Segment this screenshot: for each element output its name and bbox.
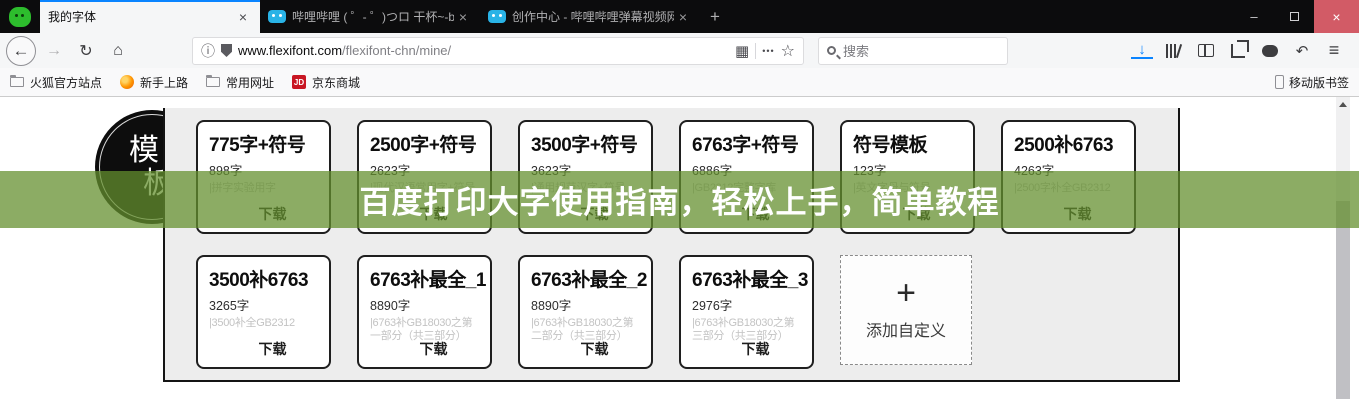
tab-label: 哔哩哔哩 ( ゜- ゜)つロ 干杯~-b <box>292 10 454 24</box>
search-icon <box>827 46 836 55</box>
bookmark-label: 京东商城 <box>312 75 361 90</box>
divider <box>755 42 757 59</box>
bookmark-label: 常用网址 <box>226 75 275 90</box>
url-host: www.flexifont.com <box>238 43 343 58</box>
new-tab-button[interactable]: + <box>700 0 730 33</box>
window-controls: – × <box>1234 0 1359 33</box>
bookmark-label: 火狐官方站点 <box>30 75 103 90</box>
tab-label: 我的字体 <box>48 10 97 24</box>
card-title: 6763字+符号 <box>692 135 799 156</box>
download-button[interactable]: 下载 <box>690 339 812 359</box>
search-placeholder: 搜索 <box>843 44 870 59</box>
back-button[interactable]: ← <box>6 35 36 66</box>
tab-bar: 我的字体 × 哔哩哔哩 ( ゜- ゜)つロ 干杯~-b × 创作中心 - 哔哩哔… <box>0 0 1359 33</box>
card-title: 2500字+符号 <box>370 135 477 156</box>
page-scrollbar[interactable] <box>1336 97 1350 399</box>
chat-icon[interactable] <box>1259 40 1281 62</box>
card-desc: |3500补全GB2312 <box>209 317 295 329</box>
card-title: 3500字+符号 <box>531 135 638 156</box>
screenshot-icon[interactable] <box>1227 39 1249 62</box>
bilibili-favicon-icon <box>268 10 286 23</box>
url-bar[interactable]: ⓘ www.flexifont.com/flexifont-chn/mine/ … <box>192 36 804 65</box>
restore-icon[interactable]: ↶ <box>1291 40 1313 62</box>
add-card[interactable]: + 添加自定义 <box>840 255 972 365</box>
card-title: 6763补最全_3 <box>692 270 808 291</box>
card-title: 775字+符号 <box>209 135 306 156</box>
qr-code-icon[interactable]: ▦ <box>735 42 749 60</box>
card-count: 8890字 <box>531 299 572 313</box>
download-button[interactable]: 下载 <box>207 339 329 359</box>
mobile-bookmarks-label: 移动版书签 <box>1288 75 1349 90</box>
font-card: 6763补最全_3 2976字 |6763补GB18030之第三部分（共三部分） 下载 <box>679 255 814 369</box>
card-count: 2976字 <box>692 299 733 313</box>
bookmark-getting-started[interactable]: 新手上路 <box>120 74 188 91</box>
tab-bilibili-creator[interactable]: 创作中心 - 哔哩哔哩弹幕视频网 × <box>480 0 700 33</box>
maximize-icon <box>1289 12 1299 21</box>
maximize-button[interactable] <box>1274 0 1314 33</box>
search-input[interactable]: 搜索 <box>818 36 1008 65</box>
bookmarks-bar: 火狐官方站点 新手上路 常用网址 JD 京东商城 移动版书签 <box>0 68 1359 97</box>
bookmark-star-icon[interactable]: ☆ <box>781 41 795 61</box>
card-title: 6763补最全_2 <box>531 270 647 291</box>
bookmark-folder-firefox-official[interactable]: 火狐官方站点 <box>10 74 102 91</box>
card-title: 3500补6763 <box>209 270 309 291</box>
download-button[interactable]: 下载 <box>368 339 490 359</box>
toolbar-icons: ↓ ↶ ≡ <box>1131 39 1353 62</box>
tab-label: 创作中心 - 哔哩哔哩弹幕视频网 <box>512 10 674 24</box>
bookmark-folder-common-sites[interactable]: 常用网址 <box>206 74 274 91</box>
scroll-up-icon[interactable] <box>1336 97 1350 111</box>
close-button[interactable]: × <box>1314 0 1359 33</box>
minimize-button[interactable]: – <box>1234 0 1274 33</box>
card-title: 6763补最全_1 <box>370 270 486 291</box>
font-card: 3500补6763 3265字 |3500补全GB2312 下载 <box>196 255 331 369</box>
page-info-icon[interactable]: ⓘ <box>201 41 215 61</box>
plus-icon: + <box>896 274 916 312</box>
wechat-icon <box>9 6 31 27</box>
tab-close-icon[interactable]: × <box>454 9 472 25</box>
tab-close-icon[interactable]: × <box>234 9 252 25</box>
url-path: /flexifont-chn/mine/ <box>342 43 452 58</box>
forward-button[interactable]: → <box>40 37 68 65</box>
url-text[interactable]: www.flexifont.com/flexifont-chn/mine/ <box>238 43 729 58</box>
wechat-tray-icon[interactable] <box>0 0 40 33</box>
download-button[interactable]: 下载 <box>529 339 651 359</box>
promo-banner-text: 百度打印大字使用指南，轻松上手，简单教程 <box>359 185 1000 220</box>
font-card: 6763补最全_1 8890字 |6763补GB18030之第一部分（共三部分） 下载 <box>357 255 492 369</box>
menu-icon[interactable]: ≡ <box>1323 40 1345 62</box>
card-count: 3265字 <box>209 299 250 313</box>
bookmark-jd-mall[interactable]: JD 京东商城 <box>292 74 360 91</box>
navigation-bar: ← → ↻ ⌂ ⓘ www.flexifont.com/flexifont-ch… <box>0 33 1359 68</box>
add-custom-label: 添加自定义 <box>865 323 946 340</box>
tab-my-fonts[interactable]: 我的字体 × <box>40 0 260 33</box>
tracking-protection-shield-icon[interactable] <box>221 44 232 57</box>
page-viewport: 模 板 775字+符号898字|拼字实验用字下载2500字+符号2623字|现代… <box>0 97 1359 399</box>
firefox-icon <box>120 75 135 89</box>
tab-close-icon[interactable]: × <box>674 9 692 25</box>
font-template-panel: 775字+符号898字|拼字实验用字下载2500字+符号2623字|现代汉语常用… <box>163 108 1180 382</box>
home-button[interactable]: ⌂ <box>104 37 132 65</box>
phone-icon <box>1274 75 1284 89</box>
jd-icon: JD <box>292 75 307 89</box>
bookmark-label: 新手上路 <box>140 75 189 90</box>
downloads-icon[interactable]: ↓ <box>1131 42 1153 59</box>
card-title: 2500补6763 <box>1014 135 1114 156</box>
card-count: 8890字 <box>370 299 411 313</box>
card-title: 符号模板 <box>853 135 928 156</box>
folder-icon <box>10 75 24 87</box>
sidebar-icon[interactable] <box>1195 40 1217 62</box>
bilibili-favicon-icon <box>488 10 506 23</box>
font-card: 6763补最全_2 8890字 |6763补GB18030之第二部分（共三部分） 下载 <box>518 255 653 369</box>
mobile-bookmarks[interactable]: 移动版书签 <box>1274 74 1349 91</box>
badge-char-1: 模 <box>129 134 159 167</box>
reload-button[interactable]: ↻ <box>72 37 100 65</box>
library-icon[interactable] <box>1163 40 1185 62</box>
card-row-2: 3500补6763 3265字 |3500补全GB2312 下载 6763补最全_1 88… <box>196 255 1178 369</box>
folder-icon <box>206 75 221 87</box>
tab-bilibili[interactable]: 哔哩哔哩 ( ゜- ゜)つロ 干杯~-b × <box>260 0 480 33</box>
promo-banner: 百度打印大字使用指南，轻松上手，简单教程 <box>0 171 1359 228</box>
page-actions-icon[interactable]: ••• <box>762 46 774 56</box>
scrollbar-thumb[interactable] <box>1336 201 1350 399</box>
browser-window: 我的字体 × 哔哩哔哩 ( ゜- ゜)つロ 干杯~-b × 创作中心 - 哔哩哔… <box>0 0 1359 400</box>
